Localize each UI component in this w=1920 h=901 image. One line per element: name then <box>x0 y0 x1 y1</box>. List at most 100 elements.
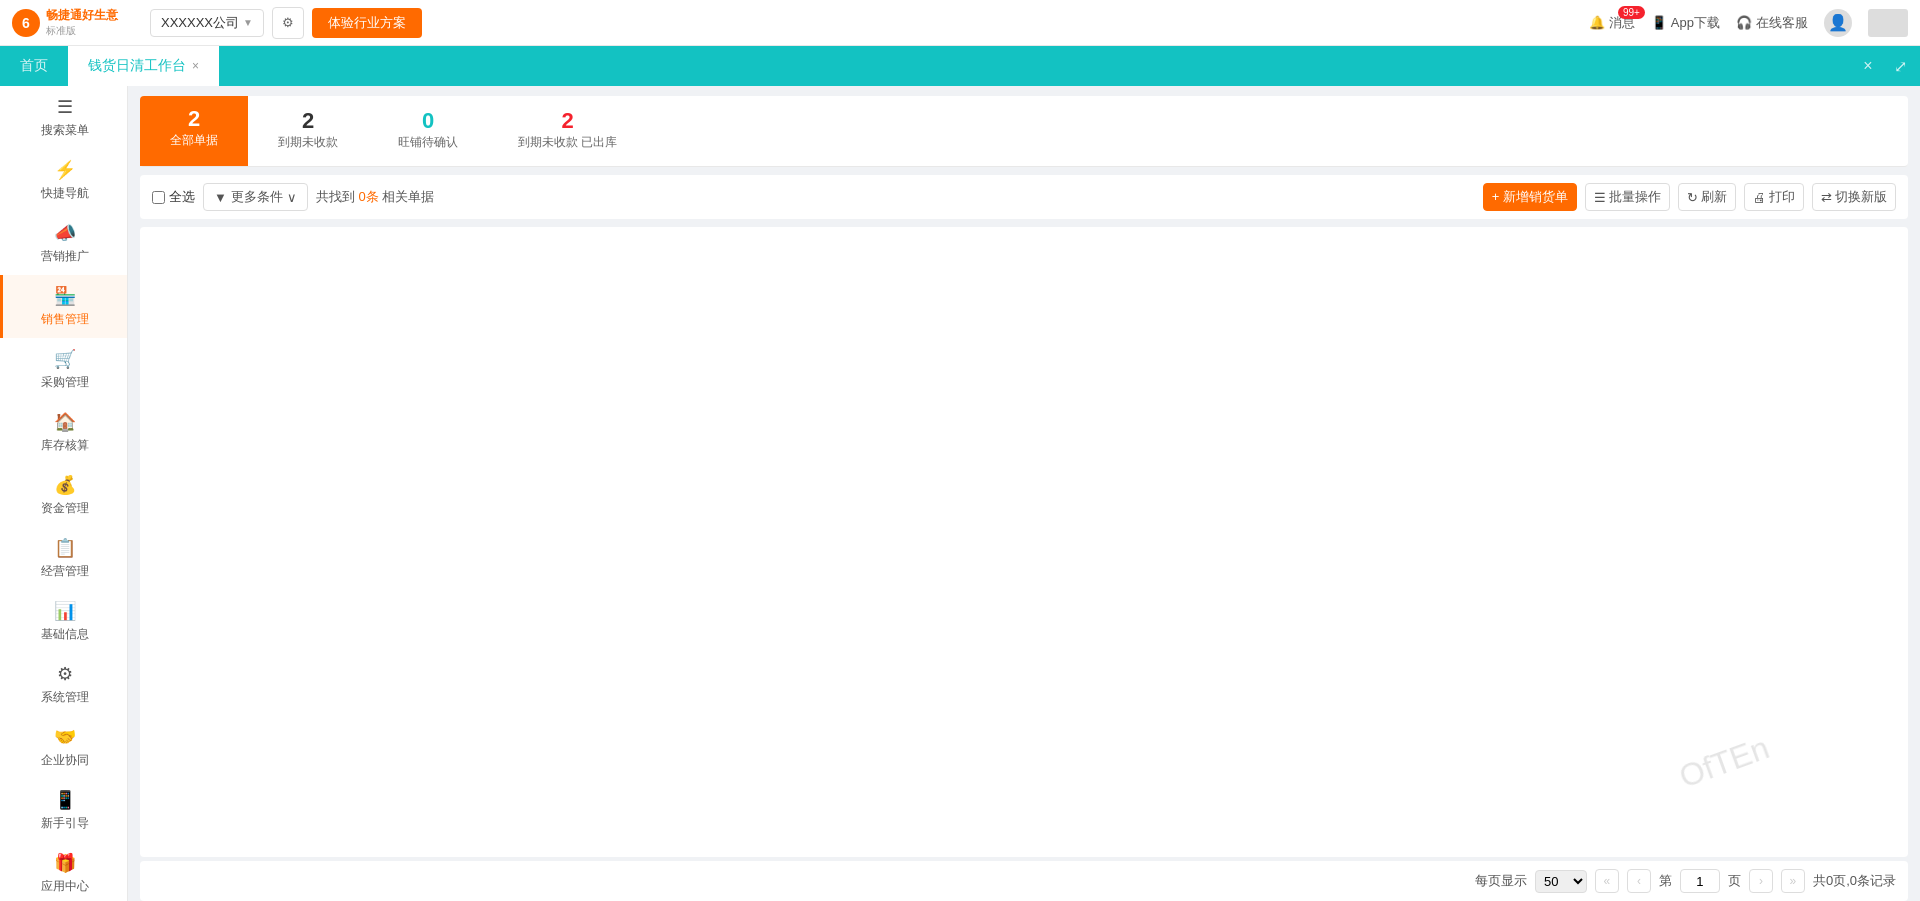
sidebar-item-app-center[interactable]: 🎁 应用中心 <box>0 842 127 901</box>
table-area <box>140 227 1908 857</box>
per-page-select[interactable]: 50 100 200 <box>1535 870 1587 893</box>
app-center-icon: 🎁 <box>54 852 76 874</box>
quick-nav-icon: ⚡ <box>54 159 76 181</box>
stat-label-pending: 旺铺待确认 <box>398 135 458 149</box>
page-number-input[interactable] <box>1680 869 1720 893</box>
tab-bar: 首页 钱货日清工作台 × × ⤢ <box>0 46 1920 86</box>
marketing-icon: 📣 <box>54 222 76 244</box>
next-page-button[interactable]: › <box>1749 869 1773 893</box>
stat-label-overdue: 到期未收款 <box>278 135 338 149</box>
refresh-icon: ↻ <box>1687 190 1698 205</box>
tab-restore-button[interactable]: × <box>1856 54 1880 78</box>
sidebar-item-sales-mgmt[interactable]: 🏪 销售管理 <box>0 275 127 338</box>
header-right: 🔔 消息 99+ 📱 App下载 🎧 在线客服 👤 <box>1589 9 1908 37</box>
tab-workbench[interactable]: 钱货日清工作台 × <box>68 46 219 86</box>
print-icon: 🖨 <box>1753 190 1766 205</box>
beginner-icon: 📱 <box>54 789 76 811</box>
total-records-label: 共0页,0条记录 <box>1813 872 1896 890</box>
per-page-label: 每页显示 <box>1475 872 1527 890</box>
tab-bar-actions: × ⤢ <box>1856 54 1920 78</box>
stat-tab-overdue-outbound[interactable]: 2 到期未收款 已出库 <box>488 96 647 166</box>
bell-icon: 🔔 <box>1589 15 1605 30</box>
sidebar-item-base-info[interactable]: 📊 基础信息 <box>0 590 127 653</box>
sales-icon: 🏪 <box>54 285 76 307</box>
ops-icon: 📋 <box>54 537 76 559</box>
prev-page-button[interactable]: ‹ <box>1627 869 1651 893</box>
sidebar-item-capital-mgmt[interactable]: 💰 资金管理 <box>0 464 127 527</box>
dropdown-arrow-icon: ▼ <box>243 17 253 28</box>
more-filter-button[interactable]: ▼ 更多条件 ∨ <box>203 183 308 211</box>
avatar[interactable]: 👤 <box>1824 9 1852 37</box>
sidebar-item-ops-mgmt[interactable]: 📋 经营管理 <box>0 527 127 590</box>
logo-text: 畅捷通好生意 标准版 <box>46 7 118 38</box>
gear-icon: ⚙ <box>282 15 294 30</box>
stat-num-all: 2 <box>170 106 218 132</box>
sidebar-item-inventory[interactable]: 🏠 库存核算 <box>0 401 127 464</box>
stat-label-all: 全部单据 <box>170 133 218 147</box>
switch-icon: ⇄ <box>1821 190 1832 205</box>
stat-num-overdue-outbound: 2 <box>518 108 617 134</box>
stat-label-overdue-outbound: 到期未收款 已出库 <box>518 135 617 149</box>
purchase-icon: 🛒 <box>54 348 76 370</box>
user-name-area <box>1868 9 1908 37</box>
filter-icon: ▼ <box>214 190 227 205</box>
stat-num-overdue: 2 <box>278 108 338 134</box>
stat-tab-pending[interactable]: 0 旺铺待确认 <box>368 96 488 166</box>
toolbar-right: + 新增销货单 ☰ 批量操作 ↻ 刷新 🖨 打印 ⇄ 切换新版 <box>1483 183 1896 211</box>
toolbar-left: 全选 ▼ 更多条件 ∨ 共找到 0条 相关单据 <box>152 183 434 211</box>
sidebar-item-enterprise[interactable]: 🤝 企业协同 <box>0 716 127 779</box>
company-selector[interactable]: XXXXXX公司 ▼ <box>150 9 264 37</box>
new-order-button[interactable]: + 新增销货单 <box>1483 183 1577 211</box>
trial-button[interactable]: 体验行业方案 <box>312 8 422 38</box>
download-icon: 📱 <box>1651 15 1667 30</box>
found-text: 共找到 0条 相关单据 <box>316 188 434 206</box>
search-menu-icon: ☰ <box>57 96 73 118</box>
stat-tab-overdue[interactable]: 2 到期未收款 <box>248 96 368 166</box>
online-service-button[interactable]: 🎧 在线客服 <box>1736 14 1808 32</box>
refresh-button[interactable]: ↻ 刷新 <box>1678 183 1736 211</box>
sidebar-item-marketing[interactable]: 📣 营销推广 <box>0 212 127 275</box>
page-label: 第 <box>1659 872 1672 890</box>
content-area: 2 全部单据 2 到期未收款 0 旺铺待确认 2 到期未收款 已出库 <box>128 86 1920 901</box>
sidebar-item-sys-mgmt[interactable]: ⚙ 系统管理 <box>0 653 127 716</box>
tab-maximize-button[interactable]: ⤢ <box>1888 54 1912 78</box>
last-page-button[interactable]: » <box>1781 869 1805 893</box>
select-all-input[interactable] <box>152 191 165 204</box>
logo-icon: 6 <box>12 9 40 37</box>
app-download-button[interactable]: 📱 App下载 <box>1651 14 1720 32</box>
logo-area: 6 畅捷通好生意 标准版 <box>12 7 140 38</box>
sidebar-item-quick-nav[interactable]: ⚡ 快捷导航 <box>0 149 127 212</box>
sys-mgmt-icon: ⚙ <box>57 663 73 685</box>
switch-version-button[interactable]: ⇄ 切换新版 <box>1812 183 1896 211</box>
pagination-bar: 每页显示 50 100 200 « ‹ 第 页 › » 共0页,0条记录 <box>140 861 1908 901</box>
enterprise-icon: 🤝 <box>54 726 76 748</box>
stats-tabs: 2 全部单据 2 到期未收款 0 旺铺待确认 2 到期未收款 已出库 <box>140 96 1908 167</box>
tab-close-icon[interactable]: × <box>192 59 199 73</box>
service-icon: 🎧 <box>1736 15 1752 30</box>
toolbar: 全选 ▼ 更多条件 ∨ 共找到 0条 相关单据 + 新增销货单 ☰ 批量操作 <box>140 175 1908 219</box>
page-suffix: 页 <box>1728 872 1741 890</box>
stat-tab-all[interactable]: 2 全部单据 <box>140 96 248 166</box>
settings-button[interactable]: ⚙ <box>272 7 304 39</box>
user-icon: 👤 <box>1828 13 1848 32</box>
sidebar-item-beginner[interactable]: 📱 新手引导 <box>0 779 127 842</box>
messages-badge: 99+ <box>1618 6 1645 19</box>
first-page-button[interactable]: « <box>1595 869 1619 893</box>
messages-button[interactable]: 🔔 消息 99+ <box>1589 14 1635 32</box>
chevron-down-icon: ∨ <box>287 190 297 205</box>
batch-icon: ☰ <box>1594 190 1606 205</box>
sidebar-item-search-menu[interactable]: ☰ 搜索菜单 <box>0 86 127 149</box>
found-count: 0条 <box>359 189 379 204</box>
sidebar: ☰ 搜索菜单 ⚡ 快捷导航 📣 营销推广 🏪 销售管理 🛒 采购管理 🏠 库存核… <box>0 86 128 901</box>
base-info-icon: 📊 <box>54 600 76 622</box>
batch-operation-button[interactable]: ☰ 批量操作 <box>1585 183 1670 211</box>
sidebar-item-purchase-mgmt[interactable]: 🛒 采购管理 <box>0 338 127 401</box>
stat-num-pending: 0 <box>398 108 458 134</box>
print-button[interactable]: 🖨 打印 <box>1744 183 1804 211</box>
capital-icon: 💰 <box>54 474 76 496</box>
select-all-checkbox[interactable]: 全选 <box>152 188 195 206</box>
top-header: 6 畅捷通好生意 标准版 XXXXXX公司 ▼ ⚙ 体验行业方案 🔔 消息 99… <box>0 0 1920 46</box>
main-layout: ☰ 搜索菜单 ⚡ 快捷导航 📣 营销推广 🏪 销售管理 🛒 采购管理 🏠 库存核… <box>0 86 1920 901</box>
inventory-icon: 🏠 <box>54 411 76 433</box>
tab-home[interactable]: 首页 <box>0 46 68 86</box>
